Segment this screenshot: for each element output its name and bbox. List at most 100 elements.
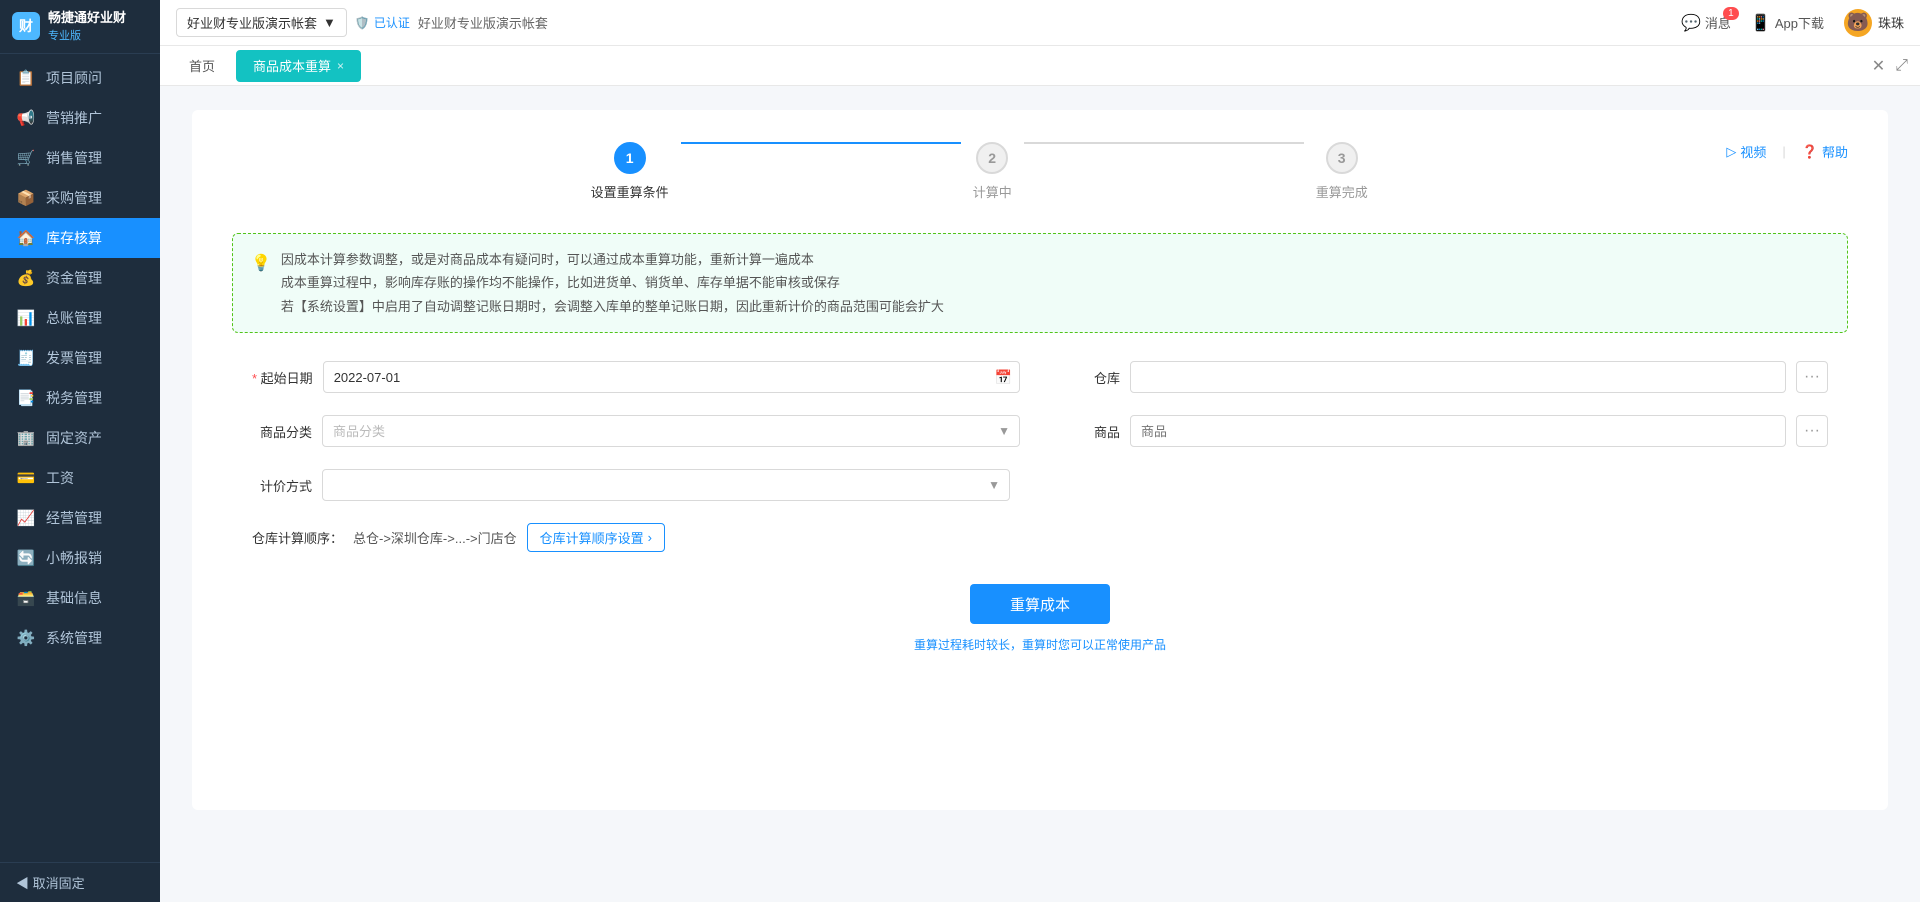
- goods-ellipsis-button[interactable]: ···: [1796, 415, 1828, 447]
- sidebar-item-assets[interactable]: 🏢 固定资产: [0, 418, 160, 458]
- message-button[interactable]: 💬 消息 1: [1681, 13, 1731, 33]
- sidebar-item-business[interactable]: 📈 经营管理: [0, 498, 160, 538]
- tab-close-icon[interactable]: ×: [337, 59, 344, 73]
- sidebar-item-marketing[interactable]: 📢 营销推广: [0, 98, 160, 138]
- divider: |: [1782, 144, 1785, 159]
- info-line-1: 因成本计算参数调整，或是对商品成本有疑问时，可以通过成本重算功能，重新计算一遍成…: [281, 248, 944, 271]
- sidebar-item-purchase[interactable]: 📦 采购管理: [0, 178, 160, 218]
- tab-cost-recalc[interactable]: 商品成本重算 ×: [236, 50, 361, 82]
- submit-note: 重算过程耗时较长，重算时您可以正常使用产品: [914, 636, 1166, 653]
- account-selector[interactable]: 好业财专业版演示帐套 ▼: [176, 8, 347, 37]
- close-tab-action[interactable]: ✕: [1872, 56, 1885, 76]
- warehouse-order-settings-button[interactable]: 仓库计算顺序设置 ›: [527, 523, 665, 552]
- play-icon: ▷: [1726, 144, 1736, 160]
- video-button[interactable]: ▷ 视频: [1726, 142, 1766, 161]
- dropdown-icon: ▼: [323, 15, 336, 30]
- sales-icon: 🛒: [16, 148, 36, 168]
- sidebar-label-invoice: 发票管理: [46, 348, 102, 368]
- start-date-item: 起始日期 📅: [252, 361, 1020, 393]
- help-button[interactable]: ❓ 帮助: [1802, 142, 1848, 161]
- expand-tab-action[interactable]: ⤢: [1895, 57, 1908, 75]
- warehouse-input[interactable]: [1130, 361, 1786, 393]
- tab-home[interactable]: 首页: [172, 50, 232, 82]
- topbar-left: 好业财专业版演示帐套 ▼ 🛡️ 已认证 好业财专业版演示帐套: [176, 8, 548, 37]
- info-content: 因成本计算参数调整，或是对商品成本有疑问时，可以通过成本重算功能，重新计算一遍成…: [281, 248, 944, 318]
- sidebar-item-basic[interactable]: 🗃️ 基础信息: [0, 578, 160, 618]
- invoice-icon: 🧾: [16, 348, 36, 368]
- tabs-bar: 首页 商品成本重算 × ✕ ⤢: [160, 46, 1920, 86]
- logo-icon: 财: [12, 12, 40, 40]
- sidebar-item-tax[interactable]: 📑 税务管理: [0, 378, 160, 418]
- topbar-right: 💬 消息 1 📱 App下载 🐻 珠珠: [1681, 9, 1904, 37]
- sidebar-label-marketing: 营销推广: [46, 108, 102, 128]
- submit-section: 重算成本 重算过程耗时较长，重算时您可以正常使用产品: [252, 584, 1828, 653]
- sidebar-item-sales[interactable]: 🛒 销售管理: [0, 138, 160, 178]
- sidebar-label-expense: 小畅报销: [46, 548, 102, 568]
- step-1-label: 设置重算条件: [591, 182, 669, 201]
- step-3-num: 3: [1338, 150, 1346, 166]
- pricing-select[interactable]: [322, 469, 1010, 501]
- step-3: 3 重算完成: [1316, 142, 1368, 201]
- submit-button[interactable]: 重算成本: [970, 584, 1110, 624]
- sidebar-item-accounting[interactable]: 📊 总账管理: [0, 298, 160, 338]
- category-item: 商品分类 商品分类 ▼: [252, 415, 1020, 447]
- start-date-input[interactable]: [323, 361, 1020, 393]
- category-select[interactable]: 商品分类: [322, 415, 1020, 447]
- account-name: 好业财专业版演示帐套: [187, 13, 317, 32]
- warehouse-order-btn-label: 仓库计算顺序设置: [540, 528, 644, 547]
- info-line-2: 成本重算过程中，影响库存账的操作均不能操作，比如进货单、销货单、库存单据不能审核…: [281, 271, 944, 294]
- info-box: 💡 因成本计算参数调整，或是对商品成本有疑问时，可以通过成本重算功能，重新计算一…: [232, 233, 1848, 333]
- warehouse-order-row: 仓库计算顺序： 总仓->深圳仓库->...->门店仓 仓库计算顺序设置 ›: [252, 523, 1828, 552]
- sidebar-item-invoice[interactable]: 🧾 发票管理: [0, 338, 160, 378]
- goods-item: 商品 ···: [1060, 415, 1828, 447]
- sidebar-label-finance: 资金管理: [46, 268, 102, 288]
- category-label: 商品分类: [252, 422, 312, 441]
- sidebar-label-project: 项目顾问: [46, 68, 102, 88]
- sidebar-item-expense[interactable]: 🔄 小畅报销: [0, 538, 160, 578]
- tabs-actions: ✕ ⤢: [1872, 56, 1908, 76]
- pricing-select-wrapper: ▼: [322, 469, 1010, 501]
- sidebar-logo: 财 畅捷通好业财 专业版: [0, 0, 160, 54]
- sidebar-item-system[interactable]: ⚙️ 系统管理: [0, 618, 160, 658]
- sidebar-label-purchase: 采购管理: [46, 188, 102, 208]
- logo-name: 畅捷通好业财: [48, 10, 126, 27]
- user-name: 珠珠: [1878, 13, 1904, 32]
- marketing-icon: 📢: [16, 108, 36, 128]
- sidebar: 财 畅捷通好业财 专业版 📋 项目顾问 📢 营销推广 🛒 销售管理 📦 采购管理…: [0, 0, 160, 902]
- page-card: 1 设置重算条件 2 计算中: [192, 110, 1888, 810]
- sidebar-item-project[interactable]: 📋 项目顾问: [0, 58, 160, 98]
- unpin-sidebar-button[interactable]: ◀ 取消固定: [0, 862, 160, 902]
- tab-home-label: 首页: [189, 56, 215, 75]
- warehouse-ellipsis-button[interactable]: ···: [1796, 361, 1828, 393]
- warehouse-item: 仓库 ···: [1060, 361, 1828, 393]
- sidebar-nav: 📋 项目顾问 📢 营销推广 🛒 销售管理 📦 采购管理 🏠 库存核算 💰 资金管…: [0, 54, 160, 862]
- project-icon: 📋: [16, 68, 36, 88]
- step-1-circle: 1: [614, 142, 646, 174]
- warehouse-label: 仓库: [1060, 368, 1120, 387]
- accounting-icon: 📊: [16, 308, 36, 328]
- sidebar-item-finance[interactable]: 💰 资金管理: [0, 258, 160, 298]
- sidebar-item-salary[interactable]: 💳 工资: [0, 458, 160, 498]
- goods-input[interactable]: [1130, 415, 1786, 447]
- info-line-3: 若【系统设置】中启用了自动调整记账日期时，会调整入库单的整单记账日期，因此重新计…: [281, 295, 944, 318]
- sidebar-label-system: 系统管理: [46, 628, 102, 648]
- unpin-label: ◀ 取消固定: [16, 873, 85, 892]
- sidebar-label-business: 经营管理: [46, 508, 102, 528]
- category-select-wrapper: 商品分类 ▼: [322, 415, 1020, 447]
- sidebar-label-basic: 基础信息: [46, 588, 102, 608]
- mobile-icon: 📱: [1751, 13, 1771, 33]
- user-profile[interactable]: 🐻 珠珠: [1844, 9, 1904, 37]
- notification-badge: 1: [1723, 7, 1739, 20]
- sidebar-item-inventory[interactable]: 🏠 库存核算: [0, 218, 160, 258]
- calendar-icon: 📅: [995, 369, 1012, 386]
- step-line-1: [681, 142, 961, 144]
- verified-text: 已认证: [374, 14, 410, 31]
- verified-shield-icon: 🛡️: [355, 16, 370, 30]
- sidebar-label-accounting: 总账管理: [46, 308, 102, 328]
- form-section: 起始日期 📅 仓库 ··· 商品分类: [232, 361, 1848, 653]
- avatar-emoji: 🐻: [1847, 12, 1869, 33]
- app-download-button[interactable]: 📱 App下载: [1751, 13, 1824, 33]
- sidebar-label-assets: 固定资产: [46, 428, 102, 448]
- pricing-item: 计价方式 ▼: [252, 469, 1030, 501]
- topbar: 好业财专业版演示帐套 ▼ 🛡️ 已认证 好业财专业版演示帐套 💬 消息 1 📱 …: [160, 0, 1920, 46]
